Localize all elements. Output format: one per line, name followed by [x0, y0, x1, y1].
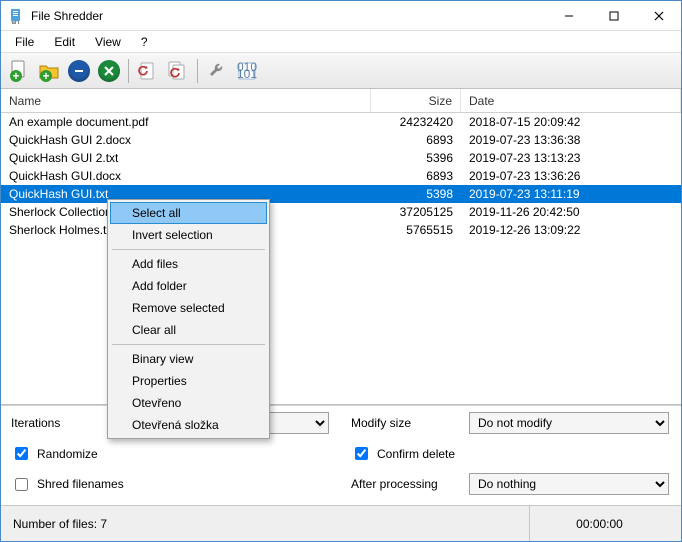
cell-size: 24232420 — [371, 115, 461, 129]
toolbar: + +010101 — [1, 53, 681, 89]
svg-text:101: 101 — [237, 67, 257, 81]
status-file-count: Number of files: 7 — [13, 517, 529, 531]
context-menu-item[interactable]: Select all — [110, 202, 267, 224]
svg-text:+: + — [42, 69, 49, 83]
cell-name: QuickHash GUI 2.docx — [1, 133, 371, 147]
statusbar: Number of files: 7 00:00:00 — [1, 505, 681, 541]
context-menu-item[interactable]: Otevřeno — [110, 392, 267, 414]
modify-size-label: Modify size — [351, 416, 461, 430]
cell-name: QuickHash GUI.docx — [1, 169, 371, 183]
col-header-name[interactable]: Name — [1, 89, 371, 112]
menu-edit[interactable]: Edit — [44, 33, 85, 51]
app-icon — [9, 8, 25, 24]
context-menu-item[interactable]: Clear all — [110, 319, 267, 341]
confirm-delete-label: Confirm delete — [377, 447, 455, 461]
cell-date: 2018-07-15 20:09:42 — [461, 115, 681, 129]
cell-size: 37205125 — [371, 205, 461, 219]
add-file-icon[interactable]: + — [5, 57, 33, 85]
context-menu: Select allInvert selection Add filesAdd f… — [107, 199, 270, 439]
menubar: FileEditView? — [1, 31, 681, 53]
context-menu-item[interactable]: Remove selected — [110, 297, 267, 319]
shred-filenames-checkbox[interactable] — [15, 478, 28, 491]
titlebar: File Shredder — [1, 1, 681, 31]
maximize-button[interactable] — [591, 1, 636, 30]
remove-icon[interactable] — [65, 57, 93, 85]
cell-size: 6893 — [371, 169, 461, 183]
window-title: File Shredder — [31, 9, 546, 23]
context-menu-item[interactable]: Invert selection — [110, 224, 267, 246]
cell-size: 6893 — [371, 133, 461, 147]
cell-date: 2019-07-23 13:13:23 — [461, 151, 681, 165]
menu-view[interactable]: View — [85, 33, 131, 51]
refresh-all-icon[interactable] — [164, 57, 192, 85]
file-table: Name Size Date An example document.pdf24… — [1, 89, 681, 405]
context-menu-separator — [112, 344, 265, 345]
col-header-size[interactable]: Size — [371, 89, 461, 112]
toolbar-separator — [197, 59, 198, 83]
context-menu-item[interactable]: Binary view — [110, 348, 267, 370]
cell-date: 2019-11-26 20:42:50 — [461, 205, 681, 219]
table-row[interactable]: Sherlock Holmes.txt57655152019-12-26 13:… — [1, 221, 681, 239]
refresh-icon[interactable] — [134, 57, 162, 85]
table-row[interactable]: QuickHash GUI.txt53982019-07-23 13:11:19 — [1, 185, 681, 203]
iterations-label: Iterations — [11, 416, 121, 430]
close-button[interactable] — [636, 1, 681, 30]
table-body[interactable]: An example document.pdf242324202018-07-1… — [1, 113, 681, 404]
wrench-icon[interactable] — [203, 57, 231, 85]
cell-date: 2019-07-23 13:11:19 — [461, 187, 681, 201]
confirm-delete-checkbox[interactable] — [355, 447, 368, 460]
shred-icon[interactable] — [95, 57, 123, 85]
settings-panel: Iterations Modify size Do not modify Ran… — [1, 405, 681, 505]
cell-date: 2019-07-23 13:36:26 — [461, 169, 681, 183]
randomize-checkbox[interactable] — [15, 447, 28, 460]
shred-filenames-label: Shred filenames — [37, 477, 124, 491]
toolbar-separator — [128, 59, 129, 83]
cell-name: An example document.pdf — [1, 115, 371, 129]
modify-size-combo[interactable]: Do not modify — [469, 412, 669, 434]
cell-date: 2019-07-23 13:36:38 — [461, 133, 681, 147]
table-row[interactable]: Sherlock Collection.txt372051252019-11-2… — [1, 203, 681, 221]
svg-text:+: + — [12, 69, 19, 83]
cell-size: 5396 — [371, 151, 461, 165]
add-folder-icon[interactable]: + — [35, 57, 63, 85]
context-menu-item[interactable]: Otevřená složka — [110, 414, 267, 436]
after-processing-combo[interactable]: Do nothing — [469, 473, 669, 495]
randomize-label: Randomize — [37, 447, 98, 461]
cell-size: 5765515 — [371, 223, 461, 237]
minimize-button[interactable] — [546, 1, 591, 30]
table-header: Name Size Date — [1, 89, 681, 113]
menu-q[interactable]: ? — [131, 33, 158, 51]
cell-name: QuickHash GUI 2.txt — [1, 151, 371, 165]
after-processing-label: After processing — [351, 477, 461, 491]
context-menu-item[interactable]: Properties — [110, 370, 267, 392]
table-row[interactable]: An example document.pdf242324202018-07-1… — [1, 113, 681, 131]
col-header-date[interactable]: Date — [461, 89, 681, 112]
cell-date: 2019-12-26 13:09:22 — [461, 223, 681, 237]
app-window: File Shredder FileEditView? + +010101 Nam… — [0, 0, 682, 542]
context-menu-item[interactable]: Add folder — [110, 275, 267, 297]
menu-file[interactable]: File — [5, 33, 44, 51]
status-timer: 00:00:00 — [529, 506, 669, 541]
table-row[interactable]: QuickHash GUI 2.txt53962019-07-23 13:13:… — [1, 149, 681, 167]
binary-icon[interactable]: 010101 — [233, 57, 261, 85]
context-menu-item[interactable]: Add files — [110, 253, 267, 275]
table-row[interactable]: QuickHash GUI 2.docx68932019-07-23 13:36… — [1, 131, 681, 149]
table-row[interactable]: QuickHash GUI.docx68932019-07-23 13:36:2… — [1, 167, 681, 185]
context-menu-separator — [112, 249, 265, 250]
cell-size: 5398 — [371, 187, 461, 201]
